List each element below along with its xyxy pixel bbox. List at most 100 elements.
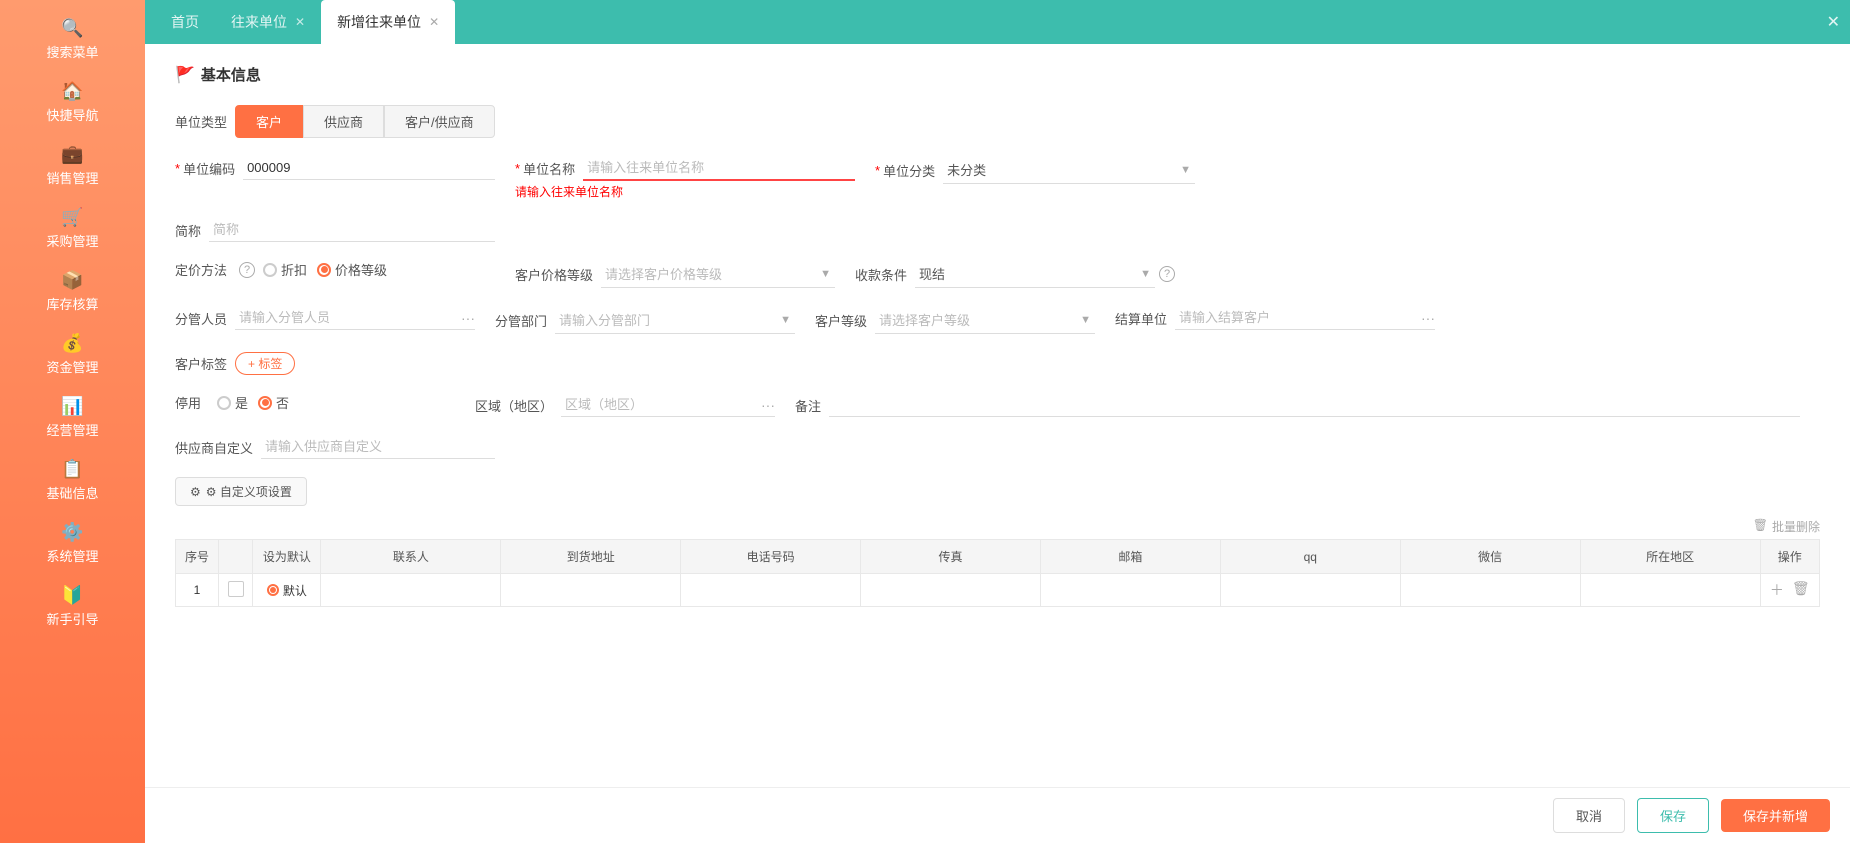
- fax-input[interactable]: [869, 583, 1032, 597]
- customer-price-level-select[interactable]: 请选择客户价格等级 ▼: [601, 260, 835, 288]
- short-name-input[interactable]: [209, 218, 495, 242]
- disabled-row: 停用 是 否 区域（地区）: [175, 393, 1820, 417]
- operations-icon: 📊: [61, 396, 83, 417]
- tab-new-partner-close[interactable]: ✕: [429, 15, 439, 29]
- settlement-unit-group: 结算单位 ···: [1115, 306, 1435, 330]
- sidebar-item-basic-info[interactable]: 📋 基础信息: [0, 449, 145, 512]
- col-contact: 联系人: [321, 540, 501, 574]
- disabled-no[interactable]: 否: [258, 393, 289, 412]
- add-tag-button[interactable]: + 标签: [235, 352, 295, 375]
- sidebar-item-label: 经营管理: [46, 420, 98, 439]
- supplier-custom-input[interactable]: [261, 435, 495, 459]
- unit-category-group: * 单位分类 未分类 ▼: [875, 156, 1195, 184]
- disabled-yes[interactable]: 是: [217, 393, 248, 412]
- tab-new-partner-label: 新增往来单位: [337, 12, 421, 32]
- cell-address[interactable]: [501, 574, 681, 607]
- department-select[interactable]: 请输入分管部门 ▼: [555, 306, 795, 334]
- qq-input[interactable]: [1229, 583, 1392, 597]
- manager-dots[interactable]: ···: [461, 310, 475, 326]
- settlement-input[interactable]: [1175, 306, 1417, 329]
- sidebar-item-label: 快捷导航: [46, 105, 98, 124]
- cell-region[interactable]: [1580, 574, 1760, 607]
- sidebar: 🔍 搜索菜单 🏠 快捷导航 💼 销售管理 🛒 采购管理 📦 库存核算 💰 资金管…: [0, 0, 145, 843]
- tab-close-all[interactable]: ✕: [1827, 12, 1840, 32]
- table-region-input[interactable]: [1589, 583, 1752, 597]
- contact-input[interactable]: [329, 583, 492, 597]
- pricing-level[interactable]: 价格等级: [317, 260, 387, 279]
- wechat-input[interactable]: [1409, 583, 1572, 597]
- help-icon[interactable]: ?: [1159, 266, 1175, 282]
- cell-email[interactable]: [1040, 574, 1220, 607]
- sidebar-item-finance[interactable]: 💰 资金管理: [0, 323, 145, 386]
- tab-home[interactable]: 首页: [155, 0, 215, 44]
- department-group: 分管部门 请输入分管部门 ▼: [495, 306, 795, 334]
- purchase-icon: 🛒: [61, 207, 83, 228]
- sidebar-item-sales[interactable]: 💼 销售管理: [0, 134, 145, 197]
- settlement-dots[interactable]: ···: [1421, 310, 1435, 326]
- sidebar-item-inventory[interactable]: 📦 库存核算: [0, 260, 145, 323]
- delete-row-icon[interactable]: 🗑: [1792, 580, 1810, 600]
- cell-contact[interactable]: [321, 574, 501, 607]
- cell-qq[interactable]: [1220, 574, 1400, 607]
- custom-settings-button[interactable]: ⚙ ⚙ 自定义项设置: [175, 477, 307, 506]
- unit-info-row: * 单位编码 * 单位名称 请输入往来单位名称 * 单位分类 未分类 ▼: [175, 156, 1820, 200]
- radio-label: 价格等级: [335, 260, 387, 279]
- remark-input[interactable]: [829, 393, 1800, 417]
- cancel-button[interactable]: 取消: [1553, 798, 1625, 833]
- unit-code-input[interactable]: [243, 156, 495, 180]
- unit-type-label: 单位类型: [175, 112, 227, 131]
- payment-terms-select[interactable]: 现结 ▼: [915, 260, 1155, 288]
- unit-code-group: * 单位编码: [175, 156, 495, 180]
- default-radio[interactable]: [267, 584, 279, 596]
- sidebar-item-guide[interactable]: 🔰 新手引导: [0, 575, 145, 638]
- sidebar-item-quick-nav[interactable]: 🏠 快捷导航: [0, 71, 145, 134]
- sidebar-item-search[interactable]: 🔍 搜索菜单: [0, 8, 145, 71]
- add-row-icon[interactable]: ＋: [1770, 580, 1784, 600]
- row-checkbox[interactable]: [228, 581, 244, 597]
- region-dots[interactable]: ···: [761, 397, 775, 413]
- save-button[interactable]: 保存: [1637, 798, 1709, 833]
- phone-input[interactable]: [689, 583, 852, 597]
- radio-checked: [317, 263, 331, 277]
- unit-type-buttons: 客户 供应商 客户/供应商: [235, 105, 495, 138]
- sidebar-item-label: 资金管理: [46, 357, 98, 376]
- pricing-method-group: 定价方法 ? 折扣 价格等级: [175, 260, 495, 279]
- sidebar-item-label: 销售管理: [46, 168, 98, 187]
- col-action: 操作: [1760, 540, 1819, 574]
- col-address: 到货地址: [501, 540, 681, 574]
- sidebar-item-purchase[interactable]: 🛒 采购管理: [0, 197, 145, 260]
- sidebar-item-operations[interactable]: 📊 经营管理: [0, 386, 145, 449]
- tab-new-partner[interactable]: 新增往来单位 ✕: [321, 0, 455, 44]
- unit-type-customer[interactable]: 客户: [235, 105, 303, 138]
- email-input[interactable]: [1049, 583, 1212, 597]
- region-input[interactable]: [561, 393, 757, 416]
- pricing-discount[interactable]: 折扣: [263, 260, 307, 279]
- radio-unchecked: [217, 396, 231, 410]
- cell-wechat[interactable]: [1400, 574, 1580, 607]
- unit-name-input[interactable]: [583, 156, 855, 181]
- address-input[interactable]: [509, 583, 672, 597]
- unit-category-select[interactable]: 未分类 ▼: [943, 156, 1195, 184]
- manager-input[interactable]: [235, 306, 457, 329]
- tab-partner-close[interactable]: ✕: [295, 15, 305, 29]
- unit-type-both[interactable]: 客户/供应商: [384, 105, 495, 138]
- customer-level-select[interactable]: 请选择客户等级 ▼: [875, 306, 1095, 334]
- payment-terms-group: 收款条件 现结 ▼ ?: [855, 260, 1175, 288]
- col-checkbox: [218, 540, 253, 574]
- cell-fax[interactable]: [861, 574, 1041, 607]
- help-icon[interactable]: ?: [239, 262, 255, 278]
- unit-type-supplier[interactable]: 供应商: [303, 105, 384, 138]
- tab-partner[interactable]: 往来单位 ✕: [215, 0, 321, 44]
- batch-delete[interactable]: 🗑 批量删除: [175, 518, 1820, 535]
- supplier-custom-row: 供应商自定义: [175, 435, 1820, 459]
- cell-checkbox[interactable]: [218, 574, 253, 607]
- save-new-button[interactable]: 保存并新增: [1721, 799, 1830, 832]
- radio-checked: [258, 396, 272, 410]
- sidebar-item-label: 库存核算: [46, 294, 98, 313]
- sidebar-item-label: 新手引导: [46, 609, 98, 628]
- pricing-row: 定价方法 ? 折扣 价格等级 客户价格等级: [175, 260, 1820, 288]
- region-input-wrap: ···: [561, 393, 775, 417]
- cell-phone[interactable]: [681, 574, 861, 607]
- sidebar-item-system[interactable]: ⚙️ 系统管理: [0, 512, 145, 575]
- short-name-label: 简称: [175, 221, 201, 240]
